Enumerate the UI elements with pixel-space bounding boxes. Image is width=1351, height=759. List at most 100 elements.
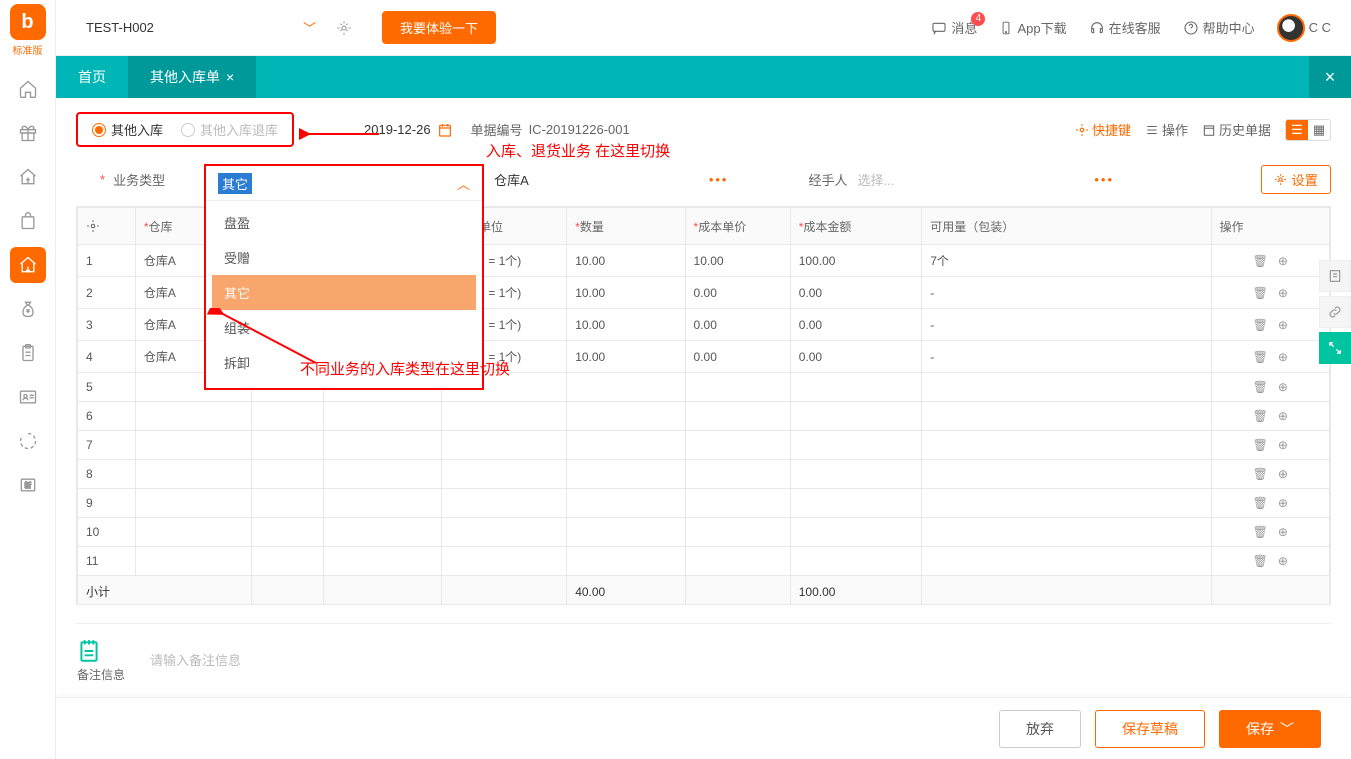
nav-house-down-icon[interactable] xyxy=(10,247,46,283)
nav-bag-icon[interactable] xyxy=(10,203,46,239)
copy-icon[interactable]: ⊕ xyxy=(1278,286,1288,300)
view-toggle: ☰ ▦ xyxy=(1285,119,1331,141)
col-qty: *数量 xyxy=(567,208,685,245)
warehouse-value[interactable]: 仓库A xyxy=(494,170,529,189)
view-grid-icon[interactable]: ▦ xyxy=(1308,120,1330,140)
table-row[interactable]: 7 🗑⊕ xyxy=(78,431,1330,460)
copy-icon[interactable]: ⊕ xyxy=(1278,438,1288,452)
biztype-select[interactable]: 其它 ︿ xyxy=(212,170,476,196)
copy-icon[interactable]: ⊕ xyxy=(1278,554,1288,568)
copy-icon[interactable]: ⊕ xyxy=(1278,525,1288,539)
nav-new-icon[interactable]: 新 xyxy=(10,467,46,503)
calendar-icon[interactable] xyxy=(437,122,453,138)
edition-label: 标准版 xyxy=(13,42,43,57)
biztype-option[interactable]: 受赠 xyxy=(212,240,476,275)
gear-icon[interactable] xyxy=(336,20,352,36)
biztype-option[interactable]: 其它 xyxy=(212,275,476,310)
view-list-icon[interactable]: ☰ xyxy=(1286,120,1308,140)
biztype-option[interactable]: 组装 xyxy=(212,310,476,345)
col-avail: 可用量（包装） xyxy=(922,208,1211,245)
brand-logo: b xyxy=(10,4,46,40)
copy-icon[interactable]: ⊕ xyxy=(1278,380,1288,394)
remark-input[interactable] xyxy=(140,643,1331,678)
experience-button[interactable]: 我要体验一下 xyxy=(382,11,496,44)
col-amount: *成本金额 xyxy=(790,208,922,245)
delete-icon[interactable]: 🗑 xyxy=(1253,350,1268,364)
docno-label: 单据编号 xyxy=(471,120,523,139)
rail-link-icon[interactable] xyxy=(1319,296,1351,328)
messages-link[interactable]: 消息 4 xyxy=(931,18,977,37)
nav-user-card-icon[interactable] xyxy=(10,379,46,415)
app-download-link[interactable]: App下载 xyxy=(999,18,1066,37)
remark-label: 备注信息 xyxy=(76,666,126,683)
org-select[interactable]: TEST-H002 ﹀ xyxy=(76,12,326,44)
copy-icon[interactable]: ⊕ xyxy=(1278,467,1288,481)
more-icon[interactable]: ••• xyxy=(1094,172,1114,187)
footer-bar: 放弃 保存草稿 保存﹀ xyxy=(56,697,1351,759)
business-radio-group: 其他入库 其他入库退库 xyxy=(76,112,294,147)
handler-select[interactable]: 选择... xyxy=(858,170,895,189)
chevron-down-icon: ﹀ xyxy=(303,18,316,37)
save-draft-button[interactable]: 保存草稿 xyxy=(1095,710,1205,748)
left-sidebar: b 标准版 新 xyxy=(0,0,56,759)
delete-icon[interactable]: 🗑 xyxy=(1253,467,1268,481)
delete-icon[interactable]: 🗑 xyxy=(1253,318,1268,332)
radio-other-in[interactable]: 其他入库 xyxy=(92,120,163,139)
delete-icon[interactable]: 🗑 xyxy=(1253,409,1268,423)
copy-icon[interactable]: ⊕ xyxy=(1278,254,1288,268)
col-settings[interactable] xyxy=(78,208,136,245)
delete-icon[interactable]: 🗑 xyxy=(1253,525,1268,539)
biztype-dropdown: 其它 ︿ 盘盈 受赠 其它 组装 拆卸 xyxy=(204,164,484,390)
nav-clipboard-icon[interactable] xyxy=(10,335,46,371)
save-button[interactable]: 保存﹀ xyxy=(1219,710,1321,748)
close-icon[interactable]: × xyxy=(226,69,234,85)
radio-other-return[interactable]: 其他入库退库 xyxy=(181,120,278,139)
tab-other-in[interactable]: 其他入库单 × xyxy=(128,56,256,98)
delete-icon[interactable]: 🗑 xyxy=(1253,554,1268,568)
more-icon[interactable]: ••• xyxy=(709,172,729,187)
nav-house-up-icon[interactable] xyxy=(10,159,46,195)
tabs-bar: 首页 其他入库单 × × xyxy=(56,56,1351,98)
user-menu[interactable]: C C xyxy=(1277,14,1331,42)
nav-money-bag-icon[interactable] xyxy=(10,291,46,327)
docno-value: IC-20191226-001 xyxy=(529,122,630,137)
rail-expand-icon[interactable] xyxy=(1319,332,1351,364)
copy-icon[interactable]: ⊕ xyxy=(1278,409,1288,423)
date-value[interactable]: 2019-12-26 xyxy=(364,122,431,137)
copy-icon[interactable]: ⊕ xyxy=(1278,318,1288,332)
biztype-option[interactable]: 盘盈 xyxy=(212,205,476,240)
table-row[interactable]: 6 🗑⊕ xyxy=(78,402,1330,431)
shortcut-link[interactable]: 快捷键 xyxy=(1075,120,1131,139)
col-op: 操作 xyxy=(1211,208,1329,245)
org-name: TEST-H002 xyxy=(86,20,154,35)
delete-icon[interactable]: 🗑 xyxy=(1253,254,1268,268)
delete-icon[interactable]: 🗑 xyxy=(1253,380,1268,394)
top-bar: TEST-H002 ﹀ 我要体验一下 消息 4 App下载 在线客服 xyxy=(56,0,1351,56)
tabs-close-all[interactable]: × xyxy=(1309,56,1351,98)
biztype-option[interactable]: 拆卸 xyxy=(212,345,476,380)
messages-badge: 4 xyxy=(971,12,985,26)
table-row[interactable]: 8 🗑⊕ xyxy=(78,460,1330,489)
delete-icon[interactable]: 🗑 xyxy=(1253,438,1268,452)
help-center-link[interactable]: 帮助中心 xyxy=(1183,18,1255,37)
table-row[interactable]: 9 🗑⊕ xyxy=(78,489,1330,518)
nav-gift-icon[interactable] xyxy=(10,115,46,151)
rail-note-icon[interactable] xyxy=(1319,260,1351,292)
tab-home[interactable]: 首页 xyxy=(56,56,128,98)
remark-section: 备注信息 xyxy=(76,623,1331,697)
copy-icon[interactable]: ⊕ xyxy=(1278,350,1288,364)
history-link[interactable]: 历史单据 xyxy=(1202,120,1271,139)
delete-icon[interactable]: 🗑 xyxy=(1253,496,1268,510)
annotation-top: 入库、退货业务 在这里切换 xyxy=(486,140,670,161)
col-price: *成本单价 xyxy=(685,208,790,245)
nav-loading-icon[interactable] xyxy=(10,423,46,459)
delete-icon[interactable]: 🗑 xyxy=(1253,286,1268,300)
nav-home-icon[interactable] xyxy=(10,71,46,107)
table-row[interactable]: 10 🗑⊕ xyxy=(78,518,1330,547)
discard-button[interactable]: 放弃 xyxy=(999,710,1081,748)
table-row[interactable]: 11 🗑⊕ xyxy=(78,547,1330,576)
copy-icon[interactable]: ⊕ xyxy=(1278,496,1288,510)
operate-link[interactable]: 操作 xyxy=(1145,120,1188,139)
online-service-link[interactable]: 在线客服 xyxy=(1089,18,1161,37)
settings-button[interactable]: 设置 xyxy=(1261,165,1331,194)
